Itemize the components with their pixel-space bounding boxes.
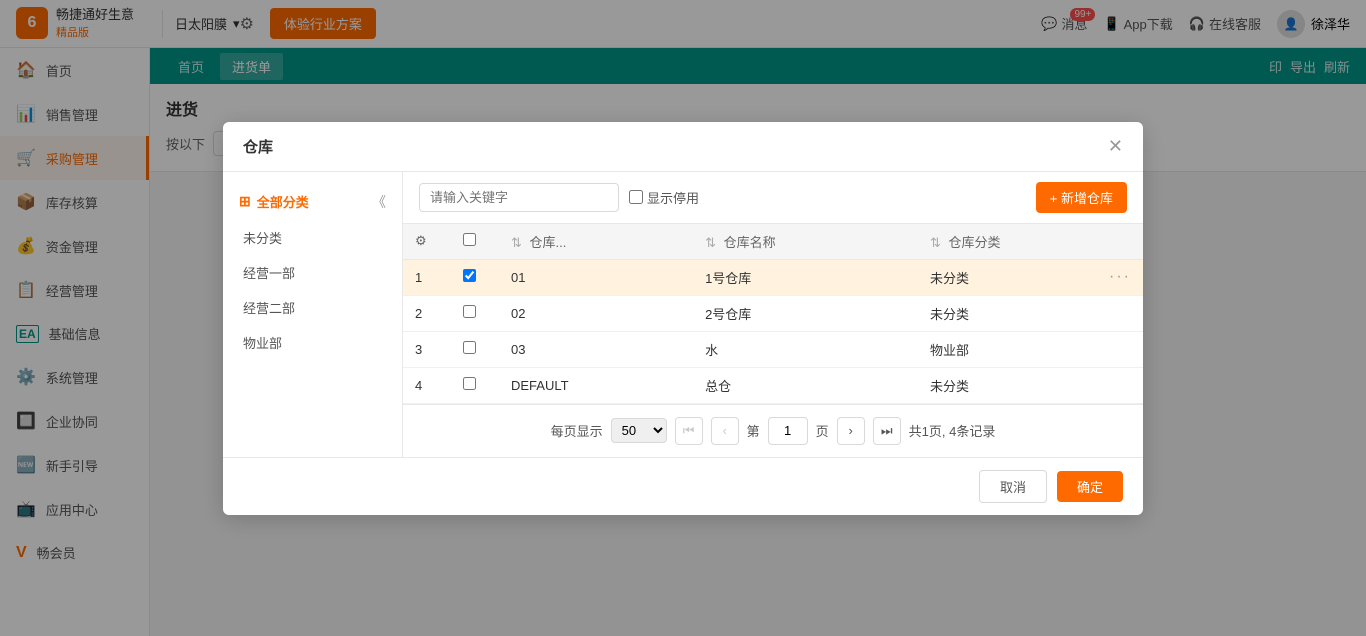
cell-check xyxy=(451,295,499,331)
total-info: 共1页, 4条记录 xyxy=(909,421,996,440)
last-page-btn[interactable]: ⏭ xyxy=(873,417,901,445)
table-row[interactable]: 2 02 2号仓库 未分类 xyxy=(403,295,1143,331)
cell-name: 2号仓库 xyxy=(693,295,918,331)
th-checkbox xyxy=(451,224,499,260)
cell-num: 3 xyxy=(403,331,451,367)
dialog-header: 仓库 ✕ xyxy=(223,122,1143,172)
search-button[interactable]: 🔍 xyxy=(616,184,619,211)
prev-page-btn[interactable]: ‹ xyxy=(711,417,739,445)
cell-check xyxy=(451,331,499,367)
search-input[interactable] xyxy=(420,185,616,210)
tree-item-3[interactable]: 物业部 xyxy=(223,325,402,360)
pagination: 每页显示 50 20 100 ⏮ ‹ 第 页 › ⏭ 共1页, 4条记录 xyxy=(403,404,1143,457)
select-all-checkbox[interactable] xyxy=(463,233,476,246)
warehouse-dialog: 仓库 ✕ ⊞ 全部分类 《 未分类 经营一部 经营二部 物业部 xyxy=(223,122,1143,515)
cell-code: 01 xyxy=(499,259,693,295)
th-gear: ⚙ xyxy=(403,224,451,260)
more-btn[interactable]: ··· xyxy=(1109,268,1131,286)
per-page-label: 每页显示 xyxy=(551,421,603,440)
row-checkbox[interactable] xyxy=(463,341,476,354)
table-header-row: ⚙ ⇅ 仓库... ⇅ xyxy=(403,224,1143,260)
sort-icon-category: ⇅ xyxy=(930,235,941,250)
next-page-btn[interactable]: › xyxy=(837,417,865,445)
warehouse-table: ⚙ ⇅ 仓库... ⇅ xyxy=(403,224,1143,404)
collapse-tree-btn[interactable]: 《 xyxy=(372,192,386,212)
sort-icon-name: ⇅ xyxy=(705,235,716,250)
dialog-title: 仓库 xyxy=(243,136,273,157)
cell-code: DEFAULT xyxy=(499,367,693,403)
cell-name: 总仓 xyxy=(693,367,918,403)
right-toolbar: 🔍 显示停用 + 新增仓库 xyxy=(403,172,1143,224)
row-checkbox[interactable] xyxy=(463,305,476,318)
dialog-overlay: 仓库 ✕ ⊞ 全部分类 《 未分类 经营一部 经营二部 物业部 xyxy=(0,0,1366,636)
cell-code: 02 xyxy=(499,295,693,331)
dialog-footer: 取消 确定 xyxy=(223,457,1143,515)
sort-icon-code: ⇅ xyxy=(511,235,522,250)
cell-code: 03 xyxy=(499,331,693,367)
show-disabled-label[interactable]: 显示停用 xyxy=(629,188,699,207)
tree-item-2[interactable]: 经营二部 xyxy=(223,290,402,325)
right-panel: 🔍 显示停用 + 新增仓库 ⚙ xyxy=(403,172,1143,457)
tree-item-1[interactable]: 经营一部 xyxy=(223,255,402,290)
row-checkbox[interactable] xyxy=(463,269,476,282)
page-label-pre: 第 xyxy=(747,421,760,440)
th-name: ⇅ 仓库名称 xyxy=(693,224,918,260)
cell-name: 水 xyxy=(693,331,918,367)
per-page-select[interactable]: 50 20 100 xyxy=(611,418,667,443)
cell-category: 物业部 xyxy=(918,331,1143,367)
table-body: 1 01 1号仓库 未分类··· 2 02 2号仓库 未分类 3 03 水 物业… xyxy=(403,259,1143,403)
cell-check xyxy=(451,259,499,295)
dialog-close-button[interactable]: ✕ xyxy=(1108,136,1123,157)
tree-all-label: 全部分类 xyxy=(257,192,309,211)
cell-category: 未分类 xyxy=(918,367,1143,403)
show-disabled-text: 显示停用 xyxy=(647,188,699,207)
tree-all-category[interactable]: ⊞ 全部分类 《 xyxy=(223,184,402,220)
cell-num: 1 xyxy=(403,259,451,295)
confirm-button[interactable]: 确定 xyxy=(1057,471,1123,502)
th-category: ⇅ 仓库分类 xyxy=(918,224,1143,260)
grid-icon: ⊞ xyxy=(239,193,251,210)
tree-panel: ⊞ 全部分类 《 未分类 经营一部 经营二部 物业部 xyxy=(223,172,403,457)
table-row[interactable]: 1 01 1号仓库 未分类··· xyxy=(403,259,1143,295)
search-box: 🔍 xyxy=(419,183,619,212)
cell-num: 2 xyxy=(403,295,451,331)
cell-num: 4 xyxy=(403,367,451,403)
first-page-btn[interactable]: ⏮ xyxy=(675,417,703,445)
cell-name: 1号仓库 xyxy=(693,259,918,295)
table-wrap: ⚙ ⇅ 仓库... ⇅ xyxy=(403,224,1143,404)
page-number-input[interactable] xyxy=(768,417,808,445)
cancel-button[interactable]: 取消 xyxy=(979,470,1047,503)
cell-check xyxy=(451,367,499,403)
gear-icon: ⚙ xyxy=(415,233,427,248)
table-row[interactable]: 3 03 水 物业部 xyxy=(403,331,1143,367)
cell-category: 未分类··· xyxy=(918,259,1143,295)
add-warehouse-btn[interactable]: + 新增仓库 xyxy=(1036,182,1127,213)
tree-item-0[interactable]: 未分类 xyxy=(223,220,402,255)
row-checkbox[interactable] xyxy=(463,377,476,390)
show-disabled-checkbox[interactable] xyxy=(629,190,643,204)
page-label-post: 页 xyxy=(816,421,829,440)
dialog-body: ⊞ 全部分类 《 未分类 经营一部 经营二部 物业部 🔍 xyxy=(223,172,1143,457)
th-code: ⇅ 仓库... xyxy=(499,224,693,260)
table-row[interactable]: 4 DEFAULT 总仓 未分类 xyxy=(403,367,1143,403)
cell-category: 未分类 xyxy=(918,295,1143,331)
